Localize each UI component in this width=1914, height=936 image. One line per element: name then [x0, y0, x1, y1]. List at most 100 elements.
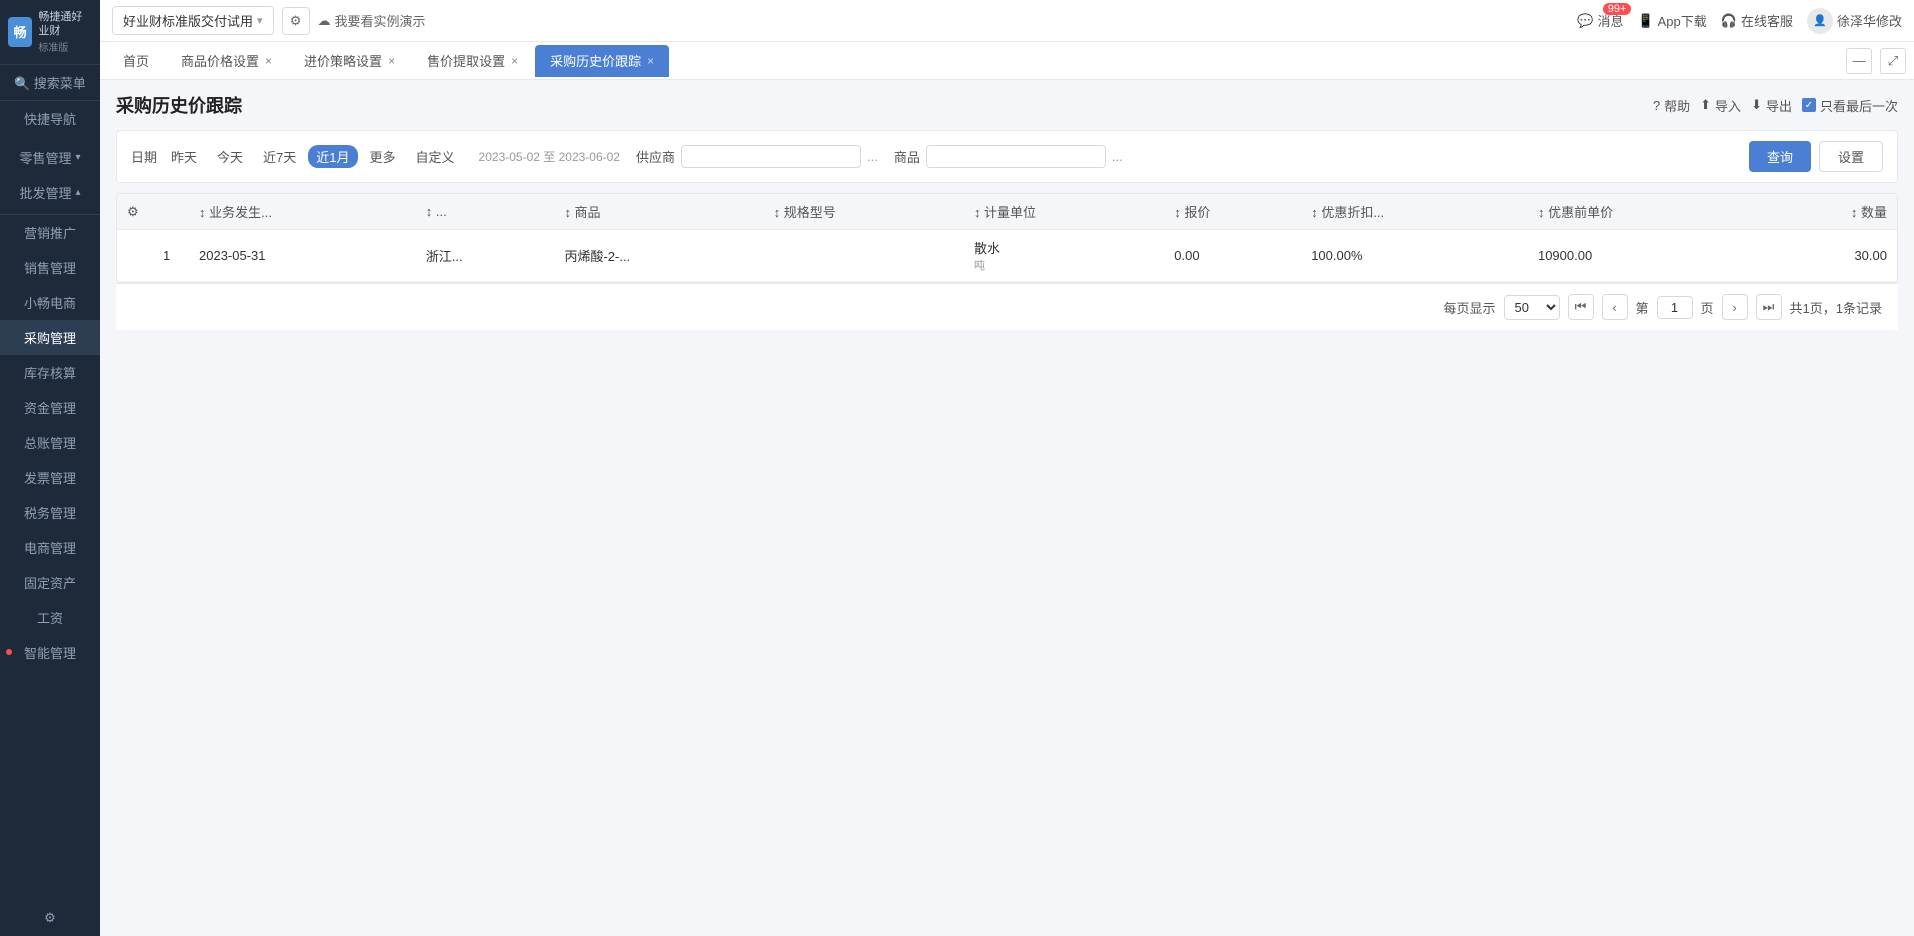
- tab-strategy[interactable]: 进价策略设置 ×: [289, 45, 410, 77]
- date-range-text: 2023-05-02 至 2023-06-02: [479, 148, 620, 165]
- sidebar-item-purchase[interactable]: 采购管理: [0, 320, 100, 355]
- sidebar-item-general-ledger[interactable]: 总账管理: [0, 425, 100, 460]
- cell-discount: 100.00%: [1301, 230, 1528, 282]
- sidebar-settings-btn[interactable]: ⚙: [0, 900, 100, 936]
- expand-btn[interactable]: ⤢: [1880, 48, 1906, 74]
- page-number-input[interactable]: [1657, 296, 1693, 319]
- tab-bar-actions: — ⤢: [1846, 48, 1906, 74]
- tab-price[interactable]: 商品价格设置 ×: [166, 45, 287, 77]
- payroll-label: 工资: [37, 608, 63, 627]
- last-page-btn[interactable]: ⏭: [1756, 294, 1782, 320]
- supplier-input[interactable]: [681, 145, 861, 168]
- product-input[interactable]: [926, 145, 1106, 168]
- last-only-checkbox[interactable]: ✓: [1802, 98, 1816, 112]
- page-total: 共1页，1条记录: [1790, 298, 1882, 317]
- sidebar-item-wholesale[interactable]: 批发管理 ▴: [0, 175, 100, 210]
- close-icon[interactable]: ×: [388, 54, 395, 68]
- tab-home[interactable]: 首页: [108, 45, 164, 77]
- first-page-btn[interactable]: ⏮: [1568, 294, 1594, 320]
- date-opt-1month[interactable]: 近1月: [308, 145, 357, 168]
- sidebar-item-smart-mgmt[interactable]: 智能管理: [0, 635, 100, 670]
- sidebar-item-payroll[interactable]: 工资: [0, 600, 100, 635]
- col-quantity[interactable]: ↕ 数量: [1760, 194, 1897, 230]
- version-select[interactable]: 好业财标准版交付试用 ▾: [112, 6, 274, 35]
- app-version: 标准版: [38, 39, 92, 54]
- help-label: 帮助: [1664, 96, 1690, 115]
- invoice-label: 发票管理: [24, 468, 76, 487]
- chevron-up-icon: ▴: [75, 187, 80, 198]
- sidebar-item-retail[interactable]: 零售管理 ▾: [0, 140, 100, 175]
- sidebar-item-sales[interactable]: 销售管理: [0, 250, 100, 285]
- close-icon[interactable]: ×: [265, 54, 272, 68]
- prev-page-btn[interactable]: ‹: [1602, 294, 1628, 320]
- messages-btn[interactable]: 💬 消息 99+: [1577, 11, 1623, 30]
- gear-icon[interactable]: ⚙: [127, 204, 139, 219]
- table-header: ⚙ ↕ 业务发生... ↕ ... ↕ 商品 ↕ 规格: [117, 194, 1897, 230]
- sidebar: 畅 畅捷通好业财 标准版 🔍 搜索菜单 快捷导航 零售管理 ▾ 批发管理 ▴ 营…: [0, 0, 100, 936]
- cell-unit: 散水吨: [964, 230, 1164, 282]
- main-area: 好业财标准版交付试用 ▾ ⚙ ☁ 我要看实例演示 💬 消息 99+ 📱 App下…: [100, 0, 1914, 936]
- page-suffix: 页: [1701, 298, 1714, 317]
- date-opt-yesterday[interactable]: 昨天: [163, 145, 205, 168]
- sidebar-item-marketing[interactable]: 营销推广: [0, 215, 100, 250]
- last-only-checkbox-group[interactable]: ✓ 只看最后一次: [1802, 96, 1898, 115]
- export-btn[interactable]: ⬇ 导出: [1751, 96, 1792, 115]
- close-icon[interactable]: ×: [647, 54, 654, 68]
- settings-icon: ⚙: [44, 910, 56, 925]
- export-icon: ⬇: [1751, 97, 1762, 113]
- supplier-label: 供应商: [636, 147, 675, 166]
- col-before-discount[interactable]: ↕ 优惠前单价: [1528, 194, 1760, 230]
- col-discount[interactable]: ↕ 优惠折扣...: [1301, 194, 1528, 230]
- help-btn[interactable]: ? 帮助: [1653, 96, 1690, 115]
- settings-button[interactable]: 设置: [1819, 141, 1883, 172]
- supplier-more[interactable]: ...: [867, 149, 878, 164]
- tab-sale-price[interactable]: 售价提取设置 ×: [412, 45, 533, 77]
- date-opt-custom[interactable]: 自定义: [408, 145, 463, 168]
- date-opt-7days[interactable]: 近7天: [255, 145, 304, 168]
- col-product[interactable]: ↕ 商品: [554, 194, 763, 230]
- top-header: 好业财标准版交付试用 ▾ ⚙ ☁ 我要看实例演示 💬 消息 99+ 📱 App下…: [100, 0, 1914, 42]
- header-settings-btn[interactable]: ⚙: [282, 7, 310, 35]
- cell-seq: 1: [153, 230, 189, 282]
- import-label: 导入: [1715, 96, 1741, 115]
- cell-gear[interactable]: [117, 230, 153, 282]
- product-more[interactable]: ...: [1112, 149, 1123, 164]
- tab-history-price-label: 采购历史价跟踪: [550, 51, 641, 70]
- logo-icon: 畅: [8, 17, 32, 47]
- tab-history-price[interactable]: 采购历史价跟踪 ×: [535, 45, 669, 77]
- col-date[interactable]: ↕ 业务发生...: [189, 194, 416, 230]
- col-unit[interactable]: ↕ 计量单位: [964, 194, 1164, 230]
- per-page-select[interactable]: 50 20 100: [1504, 295, 1560, 320]
- import-btn[interactable]: ⬆ 导入: [1700, 96, 1741, 115]
- col-quoted[interactable]: ↕ 报价: [1164, 194, 1301, 230]
- date-opt-more[interactable]: 更多: [362, 145, 404, 168]
- supplier-filter-group: 供应商 ...: [636, 145, 878, 168]
- demo-link[interactable]: ☁ 我要看实例演示: [318, 11, 426, 30]
- sidebar-item-tax[interactable]: 税务管理: [0, 495, 100, 530]
- headset-icon: 🎧: [1721, 13, 1737, 29]
- sidebar-search[interactable]: 🔍 搜索菜单: [0, 65, 100, 101]
- user-profile[interactable]: 👤 徐泽华修改: [1807, 8, 1902, 34]
- col-spec[interactable]: ↕ 规格型号: [764, 194, 964, 230]
- app-download-btn[interactable]: 📱 App下载: [1637, 11, 1706, 30]
- sidebar-item-quick-nav[interactable]: 快捷导航: [0, 101, 100, 136]
- sidebar-item-fixed-assets[interactable]: 固定资产: [0, 565, 100, 600]
- tab-price-label: 商品价格设置: [181, 51, 259, 70]
- col-more[interactable]: ↕ ...: [416, 194, 555, 230]
- minimize-btn[interactable]: —: [1846, 48, 1872, 74]
- user-name: 徐泽华修改: [1837, 11, 1902, 30]
- sidebar-item-ecommerce[interactable]: 电商管理: [0, 530, 100, 565]
- online-service-btn[interactable]: 🎧 在线客服: [1721, 11, 1793, 30]
- sidebar-item-invoice[interactable]: 发票管理: [0, 460, 100, 495]
- smart-mgmt-indicator: [6, 649, 12, 655]
- tax-label: 税务管理: [24, 503, 76, 522]
- close-icon[interactable]: ×: [511, 54, 518, 68]
- next-page-btn[interactable]: ›: [1722, 294, 1748, 320]
- query-button[interactable]: 查询: [1749, 141, 1811, 172]
- sidebar-item-ecommerce-small[interactable]: 小畅电商: [0, 285, 100, 320]
- date-options: 昨天 今天 近7天 近1月 更多 自定义: [163, 145, 463, 168]
- sidebar-item-finance[interactable]: 资金管理: [0, 390, 100, 425]
- data-table: ⚙ ↕ 业务发生... ↕ ... ↕ 商品 ↕ 规格: [117, 194, 1897, 282]
- date-opt-today[interactable]: 今天: [209, 145, 251, 168]
- sidebar-item-inventory[interactable]: 库存核算: [0, 355, 100, 390]
